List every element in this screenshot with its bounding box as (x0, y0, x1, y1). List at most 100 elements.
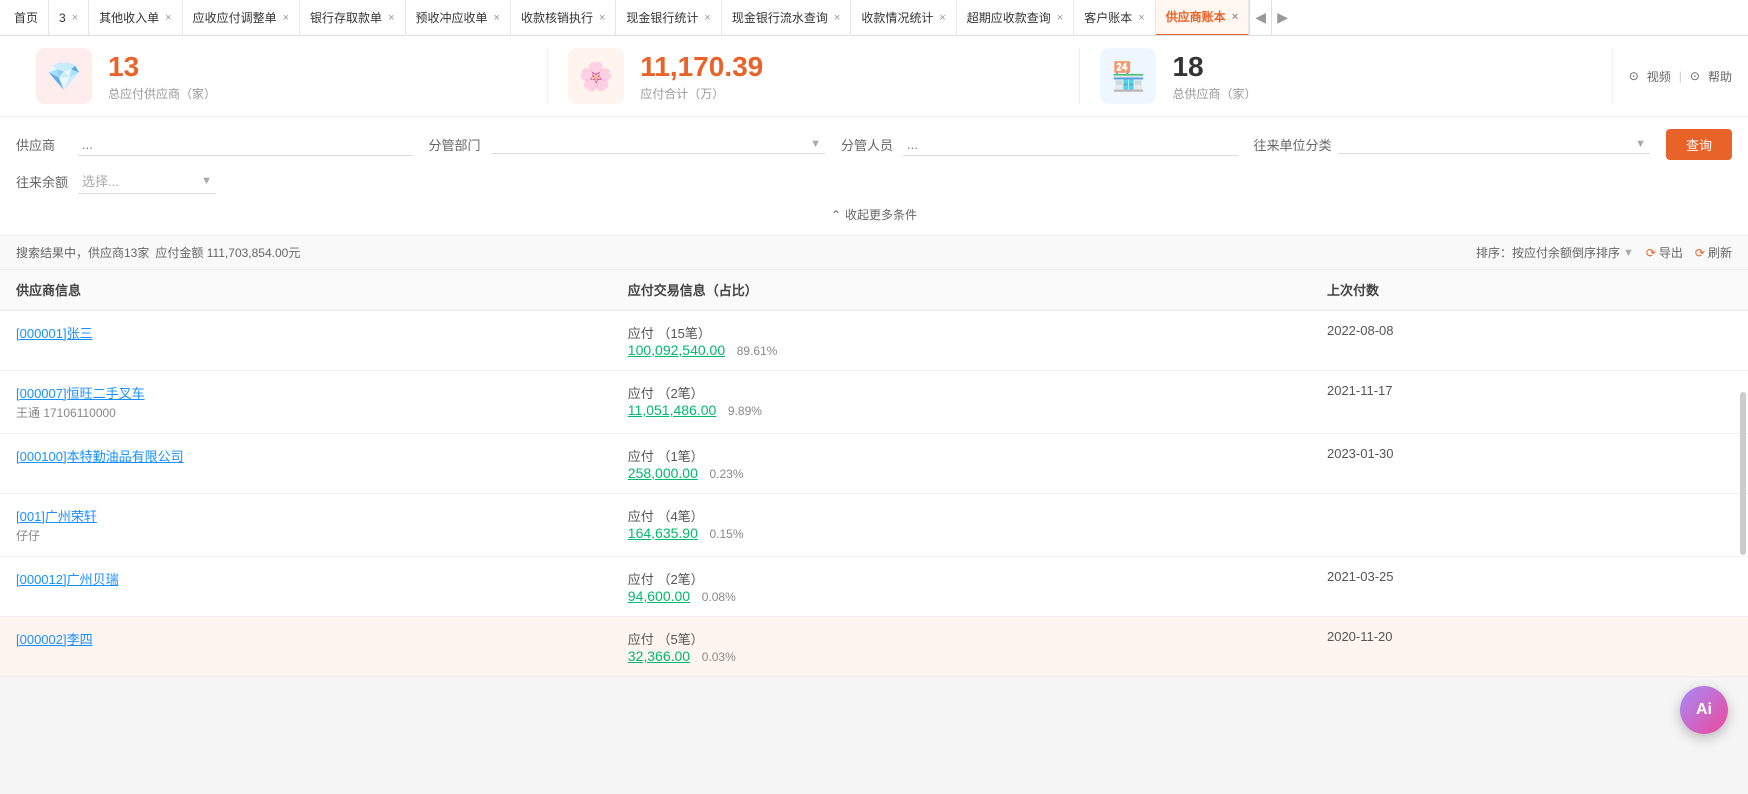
table-body: [000001]张三 应付 （15笔） 100,092,540.00 89.61… (0, 310, 1748, 677)
help-link[interactable]: 帮助 (1708, 68, 1732, 85)
supplier-link[interactable]: [001]广州荣轩 (16, 509, 97, 524)
person-filter-label: 分管人员 (841, 135, 897, 154)
collapse-label: 收起更多条件 (845, 206, 917, 223)
query-button[interactable]: 查询 (1666, 129, 1732, 160)
video-link[interactable]: 视频 (1647, 68, 1671, 85)
supplier-cell: [000007]恒旺二手叉车 王通 17106110000 (0, 371, 612, 434)
filter-balance: 往来余额 选择... ▼ (16, 168, 216, 194)
ap-suppliers-label: 总应付供应商（家） (108, 85, 216, 102)
balance-filter-select[interactable]: 选择... ▼ (78, 168, 216, 194)
nav-tab-customer[interactable]: 客户账本 × (1074, 0, 1155, 36)
supplier-link[interactable]: [000012]广州贝瑞 (16, 572, 119, 587)
supplier-link[interactable]: [000001]张三 (16, 326, 93, 341)
nav-prev-button[interactable]: ◀ (1249, 0, 1271, 36)
ap-total-info: 11,170.39 应付合计（万） (640, 50, 763, 103)
supplier-cell: [000012]广州贝瑞 (0, 557, 612, 617)
nav-tab-receipt[interactable]: 收款核销执行 × (511, 0, 616, 36)
nav-tab-supplier[interactable]: 供应商账本 × (1156, 0, 1249, 36)
supplier-sub: 王通 17106110000 (16, 404, 596, 421)
ap-cell: 应付 （2笔） 11,051,486.00 9.89% (612, 371, 1311, 434)
export-icon: ⟳ (1646, 246, 1656, 260)
tx-label: 应付 (628, 449, 654, 464)
amount-link[interactable]: 164,635.90 (628, 525, 698, 541)
close-icon[interactable]: × (1057, 12, 1063, 24)
close-icon[interactable]: × (165, 12, 171, 24)
close-icon[interactable]: × (834, 12, 840, 24)
result-text-amount: 应付金额 111,703,854.00元 (155, 244, 300, 261)
nav-tab-collection-stat[interactable]: 收款情况统计 × (851, 0, 956, 36)
nav-next-button[interactable]: ▶ (1271, 0, 1293, 36)
close-icon[interactable]: × (72, 12, 78, 24)
supplier-link[interactable]: [000007]恒旺二手叉车 (16, 386, 145, 401)
tx-count: （5笔） (657, 632, 703, 647)
nav-tab-cash-bank-stat[interactable]: 现金银行统计 × (616, 0, 721, 36)
filter-dept: 分管部门 ▼ (429, 135, 826, 154)
table-row: [000012]广州贝瑞 应付 （2笔） 94,600.00 0.08% 202… (0, 557, 1748, 617)
filter-person: 分管人员 (841, 134, 1238, 156)
nav-tab-cash-bank-stat-label: 现金银行统计 (626, 9, 698, 26)
supplier-cell: [000001]张三 (0, 310, 612, 371)
refresh-button[interactable]: ⟳ 刷新 (1695, 244, 1732, 261)
tx-count: （1笔） (657, 449, 703, 464)
total-suppliers-icon: 🏪 (1100, 48, 1156, 104)
close-icon[interactable]: × (704, 12, 710, 24)
unit-class-filter-select[interactable]: ▼ (1338, 135, 1650, 154)
ap-suppliers-icon: 💎 (36, 48, 92, 104)
amount-link[interactable]: 94,600.00 (628, 588, 690, 604)
nav-tab-other-income-label: 其他收入单 (99, 9, 159, 26)
dept-filter-label: 分管部门 (429, 135, 485, 154)
dept-filter-select[interactable]: ▼ (491, 135, 826, 154)
summary-card-ap-total: 🌸 11,170.39 应付合计（万） (548, 48, 1080, 104)
scrollbar[interactable] (1740, 392, 1746, 555)
close-icon[interactable]: × (283, 12, 289, 24)
close-icon[interactable]: × (494, 12, 500, 24)
filter-area: 供应商 分管部门 ▼ 分管人员 往来单位分类 ▼ 查询 往来余额 选择 (0, 117, 1748, 236)
collapse-button[interactable]: ⌃ 收起更多条件 (16, 202, 1732, 227)
export-button[interactable]: ⟳ 导出 (1646, 244, 1683, 261)
balance-filter-label: 往来余额 (16, 172, 72, 191)
nav-tab-cash-bank-flow[interactable]: 现金银行流水查询 × (722, 0, 851, 36)
result-text-suppliers: 搜索结果中，供应商13家 (16, 244, 149, 261)
nav-tab-advance-label: 预收冲应收单 (416, 9, 488, 26)
tx-pct: 0.03% (702, 650, 736, 664)
amount-link[interactable]: 32,366.00 (628, 648, 690, 664)
supplier-table: 供应商信息 应付交易信息（占比） 上次付数 [000001]张三 应付 （15笔… (0, 270, 1748, 677)
tx-label: 应付 (628, 572, 654, 587)
nav-tab-home-label: 首页 (14, 9, 38, 26)
nav-tab-home[interactable]: 首页 (4, 0, 49, 36)
nav-tab-bank-deposit-label: 银行存取款单 (310, 9, 382, 26)
supplier-link[interactable]: [000002]李四 (16, 632, 93, 647)
nav-tab-bank-deposit[interactable]: 银行存取款单 × (300, 0, 405, 36)
supplier-filter-input[interactable] (78, 134, 413, 156)
nav-tab-customer-label: 客户账本 (1084, 9, 1132, 26)
nav-tab-overdue[interactable]: 超期应收款查询 × (957, 0, 1074, 36)
top-navigation: 首页 3 × 其他收入单 × 应收应付调整单 × 银行存取款单 × 预收冲应收单… (0, 0, 1748, 36)
close-icon[interactable]: × (388, 12, 394, 24)
ap-suppliers-num: 13 (108, 50, 216, 84)
nav-tab-ar-ap-adjust[interactable]: 应收应付调整单 × (183, 0, 300, 36)
last-payment-date: 2020-11-20 (1327, 629, 1393, 644)
nav-tab-cash-bank-flow-label: 现金银行流水查询 (732, 9, 828, 26)
amount-link[interactable]: 258,000.00 (628, 465, 698, 481)
close-icon[interactable]: × (1138, 12, 1144, 24)
col-supplier-info: 供应商信息 (0, 270, 612, 310)
nav-tab-advance[interactable]: 预收冲应收单 × (406, 0, 511, 36)
nav-tab-other-income[interactable]: 其他收入单 × (89, 0, 182, 36)
sort-dropdown[interactable]: 排序：按应付余额倒序排序 ▼ (1476, 244, 1634, 261)
close-icon[interactable]: × (939, 12, 945, 24)
total-suppliers-label: 总供应商（家） (1172, 85, 1256, 102)
amount-link[interactable]: 11,051,486.00 (628, 402, 717, 418)
total-suppliers-info: 18 总供应商（家） (1172, 50, 1256, 103)
filter-supplier: 供应商 (16, 134, 413, 156)
amount-link[interactable]: 100,092,540.00 (628, 342, 725, 358)
last-payment-cell: 2021-03-25 (1311, 557, 1748, 617)
supplier-cell: [001]广州荣轩 仔仔 (0, 494, 612, 557)
video-icon: ⊙ (1629, 69, 1639, 83)
close-icon[interactable]: × (1232, 11, 1238, 23)
nav-tab-3[interactable]: 3 × (49, 0, 89, 36)
tx-pct: 0.15% (710, 527, 744, 541)
close-icon[interactable]: × (599, 12, 605, 24)
supplier-link[interactable]: [000100]本特勤油品有限公司 (16, 449, 184, 464)
ap-total-num: 11,170.39 (640, 50, 763, 84)
person-filter-input[interactable] (903, 134, 1238, 156)
